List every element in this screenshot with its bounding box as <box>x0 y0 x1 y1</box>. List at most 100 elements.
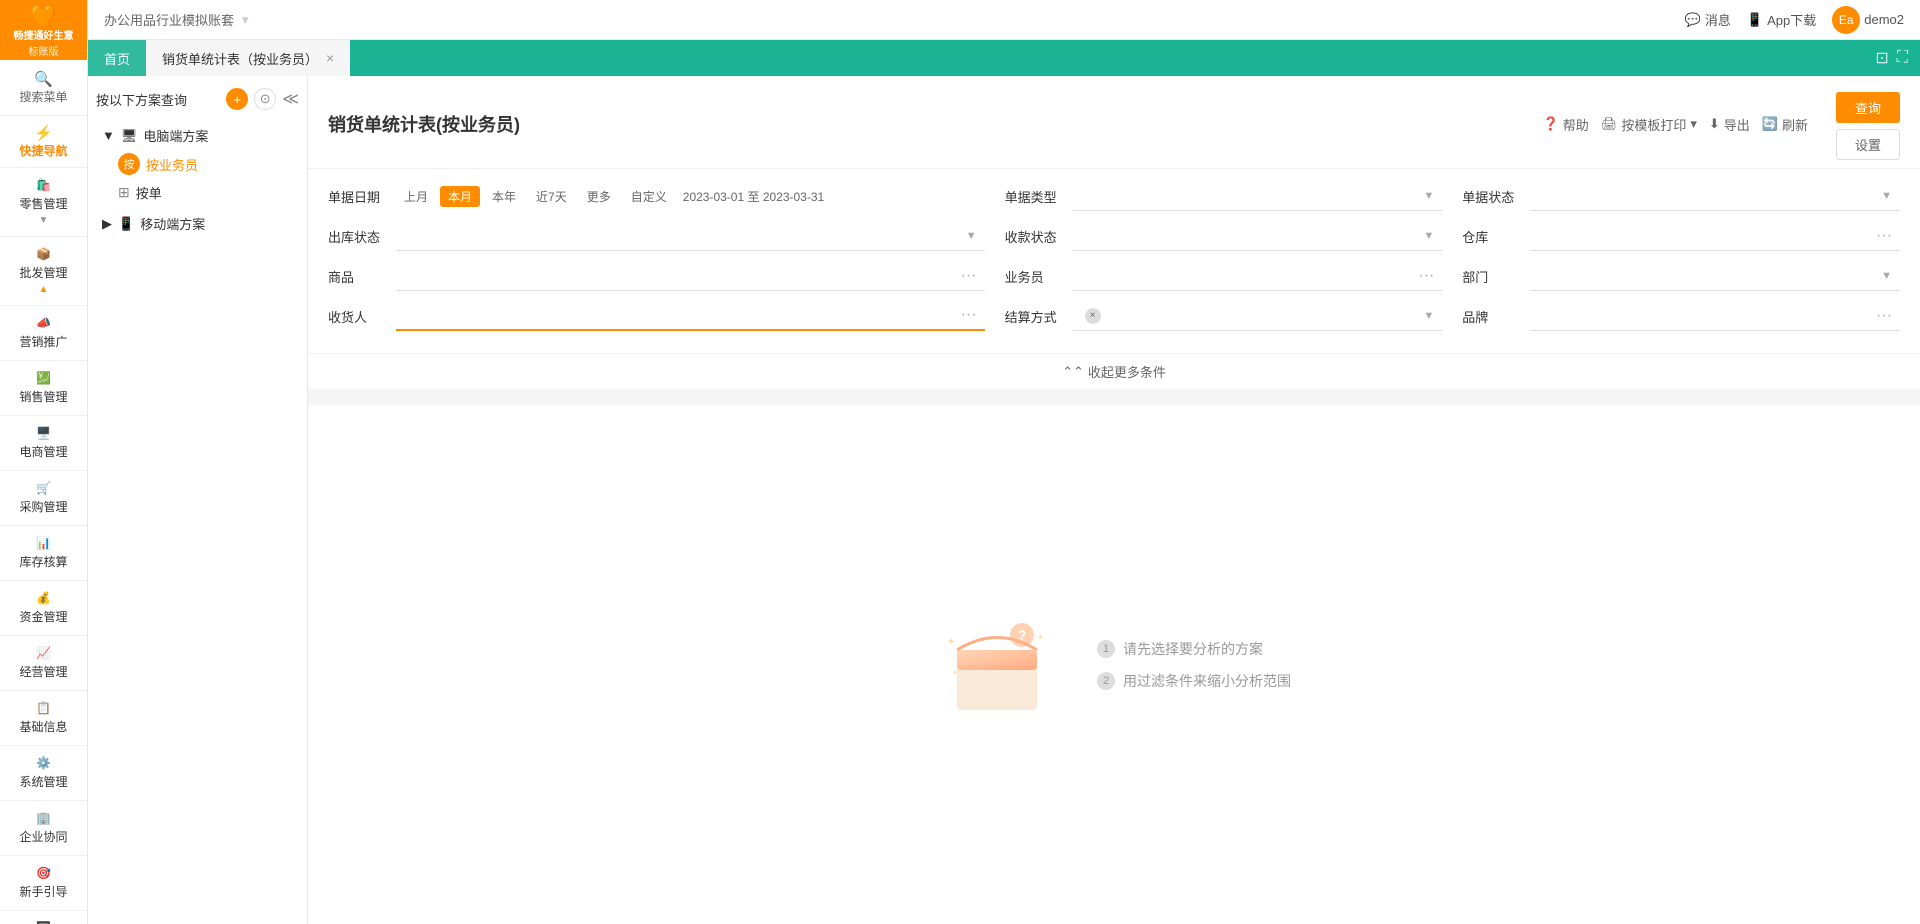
sidebar-item-finance[interactable]: 💰 资金管理 <box>0 581 87 636</box>
tab-bar-right: ⊡ ⛶ <box>1875 48 1920 68</box>
page-title: 销货单统计表(按业务员) <box>328 111 520 137</box>
sales-icon: 💹 <box>36 371 51 385</box>
app-download-btn[interactable]: 📱 App下载 <box>1747 10 1816 29</box>
sidebar-item-enterprise[interactable]: 🏢 企业协同 <box>0 801 87 856</box>
newuser-label: 新手引导 <box>19 883 67 900</box>
tab-minimize-btn[interactable]: ⊡ <box>1875 48 1888 68</box>
brand-select[interactable]: ··· <box>1530 301 1900 331</box>
desktop-section-label: 电脑端方案 <box>143 126 208 145</box>
sidebar-item-basic[interactable]: 📋 基础信息 <box>0 691 87 746</box>
sidebar-item-purchase[interactable]: 🛒 采购管理 <box>0 471 87 526</box>
message-icon: 💬 <box>1685 12 1701 28</box>
hint2-text: 用过滤条件来缩小分析范围 <box>1123 671 1291 691</box>
warehouse-select[interactable]: ··· <box>1530 221 1900 251</box>
tab-close-btn[interactable]: × <box>326 50 334 66</box>
svg-text:✦: ✦ <box>947 637 955 648</box>
sidebar-item-retail[interactable]: 🛍️ 零售管理 ▼ <box>0 168 87 237</box>
last7-btn[interactable]: 近7天 <box>528 186 575 207</box>
collapse-panel-btn[interactable]: ≪ <box>282 89 299 109</box>
purchase-label: 采购管理 <box>19 498 67 515</box>
empty-hint-1: 1 请先选择要分析的方案 <box>1097 639 1291 659</box>
salesperson-badge: 按 <box>118 153 140 175</box>
desktop-section-arrow: ▼ <box>102 128 115 143</box>
sidebar-nav-item[interactable]: ⚡ 快捷导航 <box>0 116 87 168</box>
prev-month-btn[interactable]: 上月 <box>396 186 436 207</box>
collapse-more-btn[interactable]: ⌃⌃ 收起更多条件 <box>1062 362 1166 381</box>
filter-item-doc-type: 单据类型 ▼ <box>1005 181 1443 211</box>
sidebar-item-ecommerce[interactable]: 🖥️ 电商管理 <box>0 416 87 471</box>
user-name: demo2 <box>1864 12 1904 27</box>
tree-item-order[interactable]: ⊞ 按单 <box>112 179 299 206</box>
mobile-section-header[interactable]: ▶ 📱 移动端方案 <box>96 210 299 237</box>
sidebar-item-system[interactable]: ⚙️ 系统管理 <box>0 746 87 801</box>
receipt-label: 收款状态 <box>1005 227 1065 246</box>
filter-item-department: 部门 ▼ <box>1462 261 1900 291</box>
department-select[interactable]: ▼ <box>1530 261 1900 291</box>
sidebar-item-inventory[interactable]: 📊 库存核算 <box>0 526 87 581</box>
retail-icon: 🛍️ <box>36 178 51 192</box>
date-filter: 上月 本月 本年 近7天 更多 自定义 2023-03-01 至 2023-03… <box>396 186 985 207</box>
tree-section-mobile: ▶ 📱 移动端方案 <box>96 210 299 237</box>
receiver-input[interactable]: ··· <box>396 301 985 331</box>
tree-section-desktop: ▼ 🖥 电脑端方案 按 按业务员 ⊞ 按单 <box>96 122 299 206</box>
add-scheme-btn[interactable]: + <box>226 88 248 110</box>
refresh-btn[interactable]: 🔄 刷新 <box>1762 115 1808 134</box>
query-button[interactable]: 查询 <box>1836 92 1900 123</box>
search-menu-label: 搜索菜单 <box>4 88 83 105</box>
right-panel: 销货单统计表(按业务员) ❓ 帮助 🖨 按模板打印 ▾ ⬇ 导出 <box>308 76 1920 924</box>
ship-select[interactable]: ▼ <box>396 221 985 251</box>
refresh-label: 刷新 <box>1782 115 1808 134</box>
mobile-section-label: 移动端方案 <box>140 214 205 233</box>
goods-select[interactable]: ··· <box>396 261 985 291</box>
system-label: 系统管理 <box>19 773 67 790</box>
page-content: 按以下方案查询 + ⊙ ≪ ▼ 🖥 电脑端方案 按 按业务员 <box>88 76 1920 924</box>
doc-type-select[interactable]: ▼ <box>1073 181 1443 211</box>
page-title-bar: 销货单统计表(按业务员) ❓ 帮助 🖨 按模板打印 ▾ ⬇ 导出 <box>308 76 1920 169</box>
tab-home[interactable]: 首页 <box>88 40 146 76</box>
export-btn[interactable]: ⬇ 导出 <box>1709 115 1750 134</box>
settings-button[interactable]: 设置 <box>1836 129 1900 160</box>
sidebar-item-sales[interactable]: 💹 销售管理 <box>0 361 87 416</box>
salesperson-dots: ··· <box>1418 267 1434 285</box>
settlement-select[interactable]: × ▼ <box>1073 301 1443 331</box>
retail-arrow: ▼ <box>39 215 49 226</box>
edit-scheme-btn[interactable]: ⊙ <box>254 88 276 110</box>
search-menu-icon: 🔍 <box>4 70 83 88</box>
sidebar-item-operation[interactable]: 📈 经营管理 <box>0 636 87 691</box>
settlement-clear-btn[interactable]: × <box>1085 308 1101 324</box>
tab-sales-stat[interactable]: 销货单统计表（按业务员） × <box>146 40 350 76</box>
help-btn[interactable]: ❓ 帮助 <box>1543 115 1589 134</box>
sidebar-search-menu[interactable]: 🔍 搜索菜单 <box>0 60 87 116</box>
doc-status-select[interactable]: ▼ <box>1530 181 1900 211</box>
desktop-section-icon: 🖥 <box>121 128 138 144</box>
salesperson-select[interactable]: ··· <box>1073 261 1443 291</box>
custom-btn[interactable]: 自定义 <box>623 186 675 207</box>
this-month-btn[interactable]: 本月 <box>440 186 480 207</box>
template-print-btn[interactable]: 🖨 按模板打印 ▾ <box>1601 115 1697 134</box>
receipt-select[interactable]: ▼ <box>1073 221 1443 251</box>
sidebar-item-marketing[interactable]: 📣 营销推广 <box>0 306 87 361</box>
message-btn[interactable]: 💬 消息 <box>1685 10 1731 29</box>
left-panel-header: 按以下方案查询 + ⊙ ≪ <box>96 88 299 110</box>
settlement-label: 结算方式 <box>1005 307 1065 326</box>
desktop-section-header[interactable]: ▼ 🖥 电脑端方案 <box>96 122 299 149</box>
tab-maximize-btn[interactable]: ⛶ <box>1897 49 1908 67</box>
app-download-label: App下载 <box>1767 10 1816 29</box>
inventory-icon: 📊 <box>36 536 51 550</box>
svg-text:✦: ✦ <box>1037 633 1044 642</box>
warehouse-dots: ··· <box>1876 227 1892 245</box>
salesperson-item-label: 按业务员 <box>146 155 198 174</box>
this-year-btn[interactable]: 本年 <box>484 186 524 207</box>
sidebar-item-apps[interactable]: 🔲 应用中心 <box>0 911 87 924</box>
empty-illustration: ? ✦ ✦ ✦ <box>937 615 1057 715</box>
filter-row-2: 出库状态 ▼ 收款状态 ▼ <box>328 221 1900 251</box>
sidebar-item-newuser[interactable]: 🎯 新手引导 <box>0 856 87 911</box>
more-btn[interactable]: 更多 <box>579 186 619 207</box>
collapse-arrow-icon: ⌃⌃ <box>1062 364 1084 380</box>
date-label: 单据日期 <box>328 187 388 206</box>
refresh-icon: 🔄 <box>1762 116 1778 132</box>
tree-item-salesperson[interactable]: 按 按业务员 <box>112 149 299 179</box>
user-btn[interactable]: Ea demo2 <box>1832 6 1904 34</box>
sidebar-item-wholesale[interactable]: 📦 批发管理 ▲ <box>0 237 87 306</box>
filter-row-1: 单据日期 上月 本月 本年 近7天 更多 自定义 2023-03-01 至 20… <box>328 181 1900 211</box>
